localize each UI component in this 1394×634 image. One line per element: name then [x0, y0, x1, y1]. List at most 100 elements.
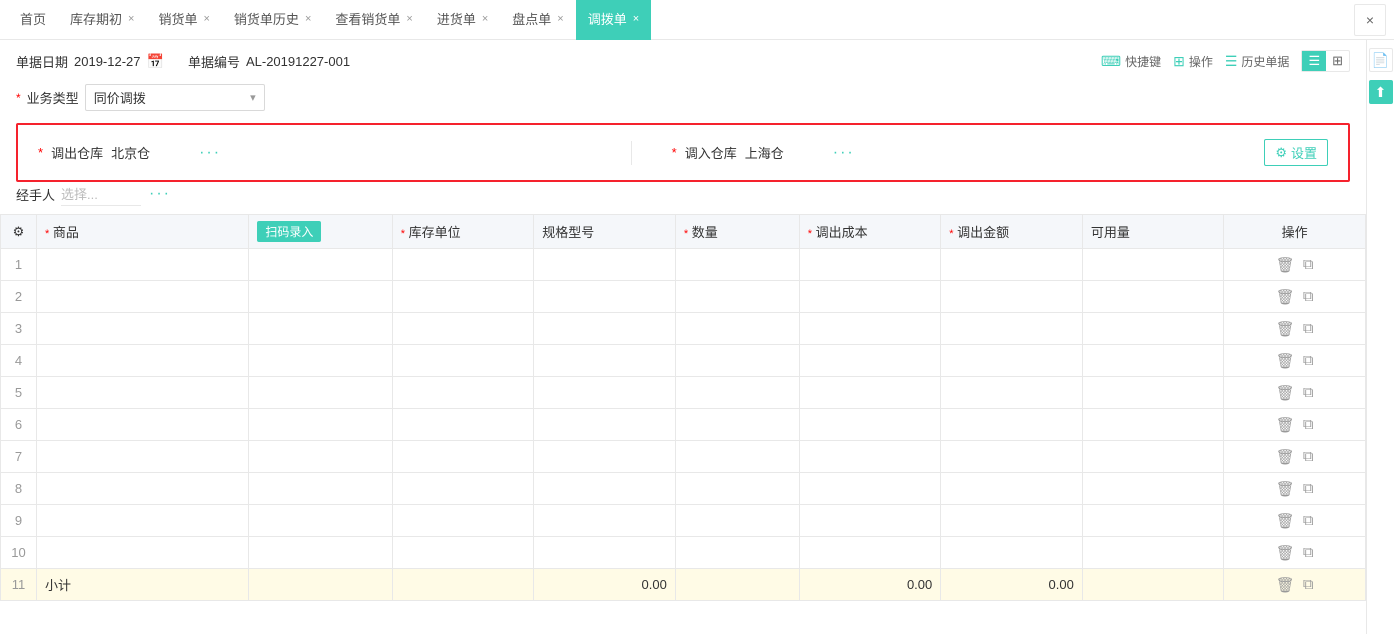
delete-icon-8[interactable]: 🗑 — [1276, 480, 1295, 498]
calendar-icon[interactable]: 📅 — [147, 53, 164, 70]
qty-cell-3[interactable] — [675, 313, 799, 345]
tab-transfer-order[interactable]: 调拨单 × — [576, 0, 651, 40]
tab-close-sales-order[interactable]: × — [203, 13, 209, 25]
cost-cell-2[interactable] — [799, 281, 941, 313]
operator-select[interactable]: 选择... — [61, 182, 141, 206]
spec-cell-4[interactable] — [534, 345, 676, 377]
in-warehouse-dots[interactable]: ··· — [833, 144, 855, 162]
product-cell-6[interactable] — [37, 409, 249, 441]
copy-icon-2[interactable]: ⧉ — [1303, 288, 1314, 305]
qty-cell-9[interactable] — [675, 505, 799, 537]
qty-cell-10[interactable] — [675, 537, 799, 569]
amount-cell-8[interactable] — [941, 473, 1083, 505]
delete-icon-2[interactable]: 🗑 — [1276, 288, 1295, 306]
delete-icon-5[interactable]: 🗑 — [1276, 384, 1295, 402]
scan-button[interactable]: 扫码录入 — [257, 221, 321, 242]
qty-cell-2[interactable] — [675, 281, 799, 313]
delete-icon-7[interactable]: 🗑 — [1276, 448, 1295, 466]
unit-cell-8[interactable] — [392, 473, 534, 505]
delete-icon-3[interactable]: 🗑 — [1276, 320, 1295, 338]
product-cell-9[interactable] — [37, 505, 249, 537]
unit-cell-6[interactable] — [392, 409, 534, 441]
cost-cell-5[interactable] — [799, 377, 941, 409]
spec-cell-9[interactable] — [534, 505, 676, 537]
amount-cell-6[interactable] — [941, 409, 1083, 441]
tab-close-sales-history[interactable]: × — [305, 13, 311, 25]
delete-icon-10[interactable]: 🗑 — [1276, 544, 1295, 562]
unit-cell-5[interactable] — [392, 377, 534, 409]
view-grid-button[interactable]: ⊞ — [1326, 51, 1349, 71]
copy-icon-4[interactable]: ⧉ — [1303, 352, 1314, 369]
spec-cell-7[interactable] — [534, 441, 676, 473]
delete-icon-6[interactable]: 🗑 — [1276, 416, 1295, 434]
cost-cell-8[interactable] — [799, 473, 941, 505]
amount-cell-2[interactable] — [941, 281, 1083, 313]
spec-cell-1[interactable] — [534, 249, 676, 281]
tab-close-purchase-order[interactable]: × — [482, 13, 488, 25]
spec-cell-3[interactable] — [534, 313, 676, 345]
amount-cell-3[interactable] — [941, 313, 1083, 345]
shortcuts-button[interactable]: ⌨ 快捷键 — [1101, 53, 1161, 70]
operator-dots[interactable]: ··· — [149, 185, 171, 203]
amount-cell-7[interactable] — [941, 441, 1083, 473]
tab-close-inventory-init[interactable]: × — [128, 13, 134, 25]
product-cell-2[interactable] — [37, 281, 249, 313]
cost-cell-9[interactable] — [799, 505, 941, 537]
spec-cell-2[interactable] — [534, 281, 676, 313]
product-cell-10[interactable] — [37, 537, 249, 569]
qty-cell-5[interactable] — [675, 377, 799, 409]
tab-stocktake[interactable]: 盘点单 × — [500, 0, 575, 40]
spec-cell-5[interactable] — [534, 377, 676, 409]
tab-close-view-sales[interactable]: × — [406, 13, 412, 25]
product-cell-8[interactable] — [37, 473, 249, 505]
product-cell-4[interactable] — [37, 345, 249, 377]
window-close-button[interactable]: × — [1354, 4, 1386, 36]
unit-cell-9[interactable] — [392, 505, 534, 537]
tab-home[interactable]: 首页 — [8, 0, 58, 40]
amount-cell-10[interactable] — [941, 537, 1083, 569]
qty-cell-4[interactable] — [675, 345, 799, 377]
copy-icon-8[interactable]: ⧉ — [1303, 480, 1314, 497]
unit-cell-1[interactable] — [392, 249, 534, 281]
unit-cell-10[interactable] — [392, 537, 534, 569]
cost-cell-3[interactable] — [799, 313, 941, 345]
copy-icon-5[interactable]: ⧉ — [1303, 384, 1314, 401]
copy-icon-11[interactable]: ⧉ — [1303, 576, 1314, 593]
history-doc-button[interactable]: ☰ 历史单据 — [1225, 53, 1290, 70]
view-list-button[interactable]: ☰ — [1302, 51, 1326, 71]
settings-button[interactable]: ⚙ 设置 — [1264, 139, 1328, 166]
sidebar-export-button[interactable]: ⬆ — [1369, 80, 1393, 104]
delete-icon-1[interactable]: 🗑 — [1276, 256, 1295, 274]
spec-cell-10[interactable] — [534, 537, 676, 569]
cost-cell-6[interactable] — [799, 409, 941, 441]
product-cell-7[interactable] — [37, 441, 249, 473]
cost-cell-1[interactable] — [799, 249, 941, 281]
tab-purchase-order[interactable]: 进货单 × — [425, 0, 500, 40]
copy-icon-3[interactable]: ⧉ — [1303, 320, 1314, 337]
spec-cell-6[interactable] — [534, 409, 676, 441]
copy-icon-9[interactable]: ⧉ — [1303, 512, 1314, 529]
amount-cell-4[interactable] — [941, 345, 1083, 377]
operations-button[interactable]: ⊞ 操作 — [1173, 53, 1213, 70]
copy-icon-10[interactable]: ⧉ — [1303, 544, 1314, 561]
tab-close-transfer-order[interactable]: × — [633, 13, 639, 25]
tab-sales-history[interactable]: 销货单历史 × — [222, 0, 323, 40]
sidebar-doc-button[interactable]: 📄 — [1369, 48, 1393, 72]
unit-cell-4[interactable] — [392, 345, 534, 377]
qty-cell-7[interactable] — [675, 441, 799, 473]
tab-view-sales[interactable]: 查看销货单 × — [323, 0, 424, 40]
product-cell-3[interactable] — [37, 313, 249, 345]
cost-cell-4[interactable] — [799, 345, 941, 377]
out-warehouse-dots[interactable]: ··· — [199, 144, 221, 162]
spec-cell-8[interactable] — [534, 473, 676, 505]
amount-cell-9[interactable] — [941, 505, 1083, 537]
copy-icon-1[interactable]: ⧉ — [1303, 256, 1314, 273]
unit-cell-7[interactable] — [392, 441, 534, 473]
col-gear-header[interactable]: ⚙ — [1, 215, 37, 249]
copy-icon-6[interactable]: ⧉ — [1303, 416, 1314, 433]
cost-cell-10[interactable] — [799, 537, 941, 569]
qty-cell-1[interactable] — [675, 249, 799, 281]
tab-inventory-init[interactable]: 库存期初 × — [58, 0, 146, 40]
amount-cell-5[interactable] — [941, 377, 1083, 409]
amount-cell-1[interactable] — [941, 249, 1083, 281]
